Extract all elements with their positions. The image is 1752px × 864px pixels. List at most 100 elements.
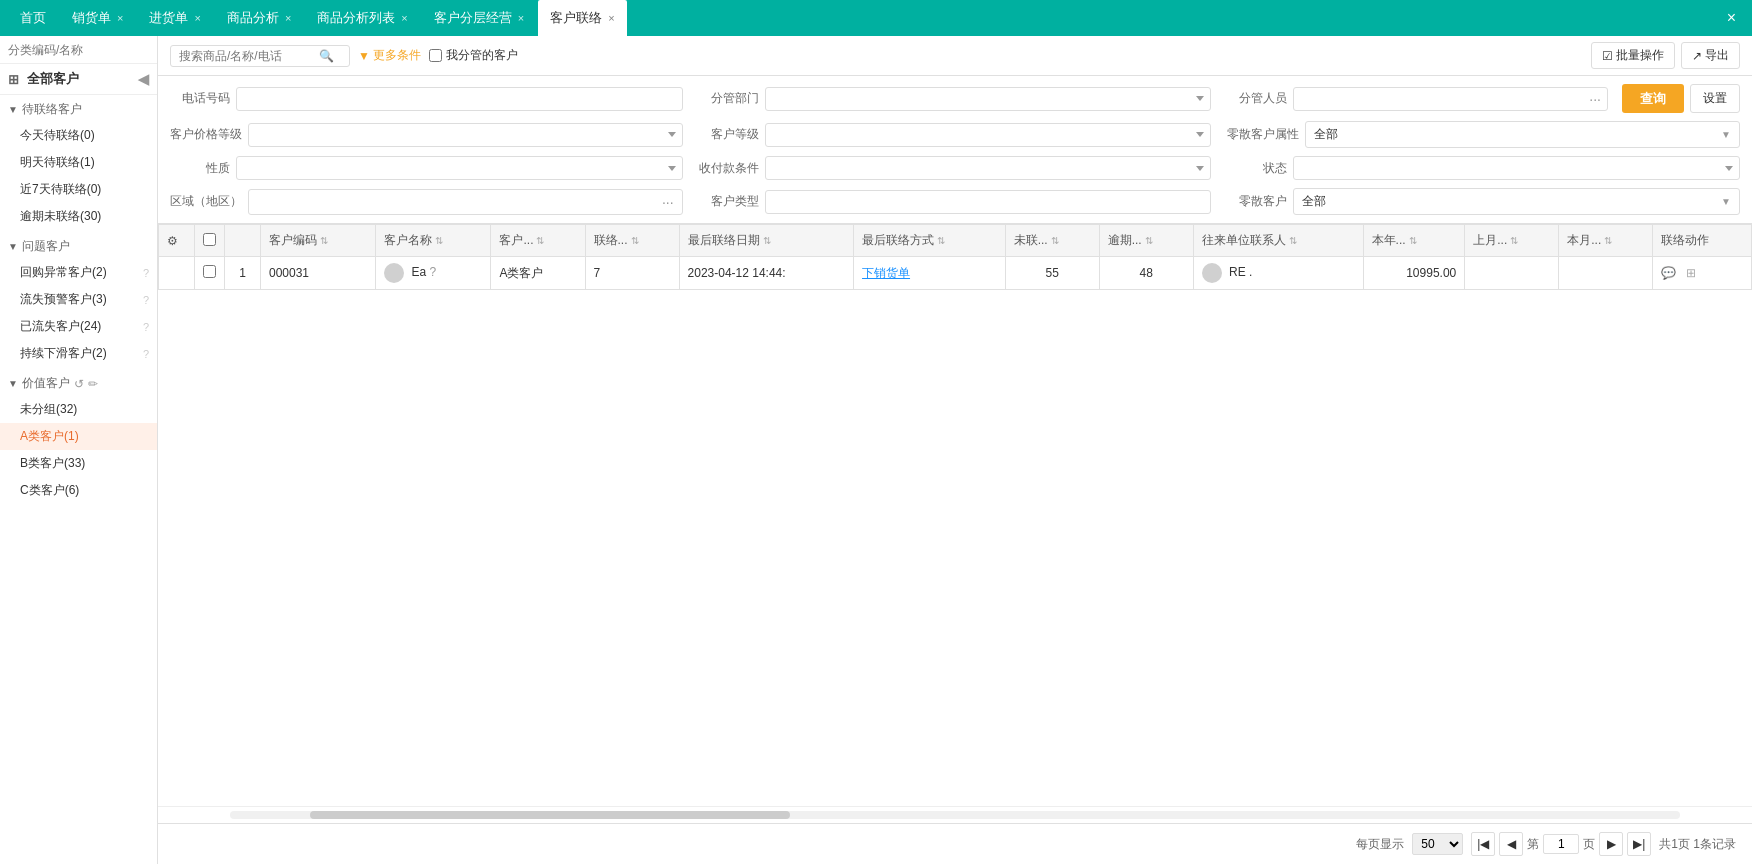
nav-close-product-list[interactable]: × [401,12,407,24]
filter-search-icon[interactable]: 🔍 [319,49,334,63]
query-button[interactable]: 查询 [1622,84,1684,113]
retail-label: 零散客户 [1227,193,1287,210]
nav-product-analysis-list[interactable]: 商品分析列表 × [305,0,419,36]
per-page-select[interactable]: 50 100 200 [1412,833,1463,855]
th-this-year: 本年... ⇅ [1363,225,1465,257]
gear-icon[interactable]: ⚙ [167,234,178,248]
sort-icon-method[interactable]: ⇅ [937,235,945,246]
sort-icon-code[interactable]: ⇅ [320,235,328,246]
export-button[interactable]: ↗ 导出 [1681,42,1740,69]
manager-input[interactable]: ··· [1293,87,1608,111]
nav-close-product-analysis[interactable]: × [285,12,291,24]
sidebar-section-pending-title[interactable]: ▼ 待联络客户 [0,97,157,122]
customer-grade-select[interactable] [765,123,1212,147]
phone-input[interactable] [236,87,683,111]
sort-icon-contact[interactable]: ⇅ [631,235,639,246]
filter-form: 电话号码 分管部门 分管人员 ··· 查询 设置 [158,76,1752,224]
nav-close-contact[interactable]: × [608,12,614,24]
refresh-icon[interactable]: ↺ [74,377,84,391]
sidebar-item-c-class[interactable]: C类客户(6) [0,477,157,504]
sidebar-all-customers-label[interactable]: 全部客户 [27,70,79,88]
price-grade-select[interactable] [248,123,683,147]
filter-row-status: 状态 [1227,156,1740,180]
sort-icon-name[interactable]: ⇅ [435,235,443,246]
filter-search-input[interactable] [179,49,319,63]
sidebar-section-problem-title[interactable]: ▼ 问题客户 [0,234,157,259]
customer-type-input[interactable] [765,190,1212,214]
sort-icon-date[interactable]: ⇅ [763,235,771,246]
th-gear: ⚙ [159,225,195,257]
page-suffix: 页 [1583,836,1595,853]
sidebar-item-repurchase-abnormal[interactable]: 回购异常客户(2) ? [0,259,157,286]
my-customers-check[interactable] [429,49,442,62]
sidebar-item-lost[interactable]: 已流失客户(24) ? [0,313,157,340]
sidebar-item-churn-warning[interactable]: 流失预警客户(3) ? [0,286,157,313]
col-not-contacted-label: 未联... [1014,232,1048,249]
nav-customer-stratify[interactable]: 客户分层经营 × [422,0,536,36]
nav-sales-order[interactable]: 销货单 × [60,0,135,36]
sidebar-item-overdue[interactable]: 逾期未联络(30) [0,203,157,230]
nav-home[interactable]: 首页 [8,0,58,36]
retail-attr-input[interactable]: 全部 ▼ [1305,121,1740,148]
page-number-input[interactable] [1543,834,1579,854]
nav-purchase-order[interactable]: 进货单 × [137,0,212,36]
horizontal-scrollbar[interactable] [158,806,1752,823]
last-method-link[interactable]: 下销货单 [862,266,910,280]
filter-row-price-grade: 客户价格等级 [170,121,683,148]
next-page-button[interactable]: ▶ [1599,832,1623,856]
nav-close-stratify[interactable]: × [518,12,524,24]
sidebar-collapse-icon[interactable]: ◀ [138,71,149,87]
th-last-method: 最后联络方式 ⇅ [854,225,1006,257]
retail-input[interactable]: 全部 ▼ [1293,188,1740,215]
sidebar-item-7days[interactable]: 近7天待联络(0) [0,176,157,203]
payment-select[interactable] [765,156,1212,180]
chat-action-icon[interactable]: 💬 [1661,266,1676,280]
select-all-checkbox[interactable] [203,233,216,246]
prev-page-button[interactable]: ◀ [1499,832,1523,856]
row-checkbox[interactable] [203,265,216,278]
sort-icon-year[interactable]: ⇅ [1409,235,1417,246]
sort-icon-cat[interactable]: ⇅ [536,235,544,246]
batch-ops-button[interactable]: ☑ 批量操作 [1591,42,1675,69]
nav-close-all[interactable]: × [1719,9,1744,27]
table-wrapper: ⚙ 客户编码 ⇅ [158,224,1752,806]
sidebar-item-b-class[interactable]: B类客户(33) [0,450,157,477]
sidebar-item-today[interactable]: 今天待联络(0) [0,122,157,149]
filter-bar: 🔍 ▼ 更多条件 我分管的客户 ☑ 批量操作 ↗ 导出 [158,36,1752,76]
sidebar-item-a-class[interactable]: A类客户(1) [0,423,157,450]
dept-select[interactable] [765,87,1212,111]
sidebar-item-tomorrow[interactable]: 明天待联络(1) [0,149,157,176]
sort-icon-overdue[interactable]: ⇅ [1145,235,1153,246]
td-this-year: 10995.00 [1363,257,1465,290]
first-page-button[interactable]: |◀ [1471,832,1495,856]
per-page-label: 每页显示 [1356,836,1404,853]
sidebar-item-unclassified[interactable]: 未分组(32) [0,396,157,423]
sidebar-item-declining[interactable]: 持续下滑客户(2) ? [0,340,157,367]
my-customers-checkbox[interactable]: 我分管的客户 [429,47,518,64]
settings-button[interactable]: 设置 [1690,84,1740,113]
sort-icon-unit[interactable]: ⇅ [1289,235,1297,246]
grid-action-icon[interactable]: ⊞ [1686,266,1696,280]
filter-more-btn[interactable]: ▼ 更多条件 [358,47,421,64]
status-select[interactable] [1293,156,1740,180]
retail-attr-label: 零散客户属性 [1227,126,1299,143]
sort-icon-nc[interactable]: ⇅ [1051,235,1059,246]
hscroll-thumb[interactable] [310,811,790,819]
th-unit-contact: 往来单位联系人 ⇅ [1193,225,1363,257]
filter-row-customer-type: 客户类型 [699,188,1212,215]
nav-product-analysis[interactable]: 商品分析 × [215,0,303,36]
table-header-row: ⚙ 客户编码 ⇅ [159,225,1752,257]
sort-icon-tm[interactable]: ⇅ [1604,235,1612,246]
td-actions: 💬 ⊞ [1653,257,1752,290]
nav-close-sales[interactable]: × [117,12,123,24]
th-code: 客户编码 ⇅ [261,225,376,257]
last-page-button[interactable]: ▶| [1627,832,1651,856]
nature-select[interactable] [236,156,683,180]
sidebar-section-value-title[interactable]: ▼ 价值客户 ↺ ✏ [0,371,157,396]
nav-close-purchase[interactable]: × [194,12,200,24]
sidebar-search-input[interactable] [8,43,158,57]
edit-icon[interactable]: ✏ [88,377,98,391]
nav-customer-contact[interactable]: 客户联络 × [538,0,626,36]
region-input[interactable]: ··· [248,189,683,215]
sort-icon-lm[interactable]: ⇅ [1510,235,1518,246]
